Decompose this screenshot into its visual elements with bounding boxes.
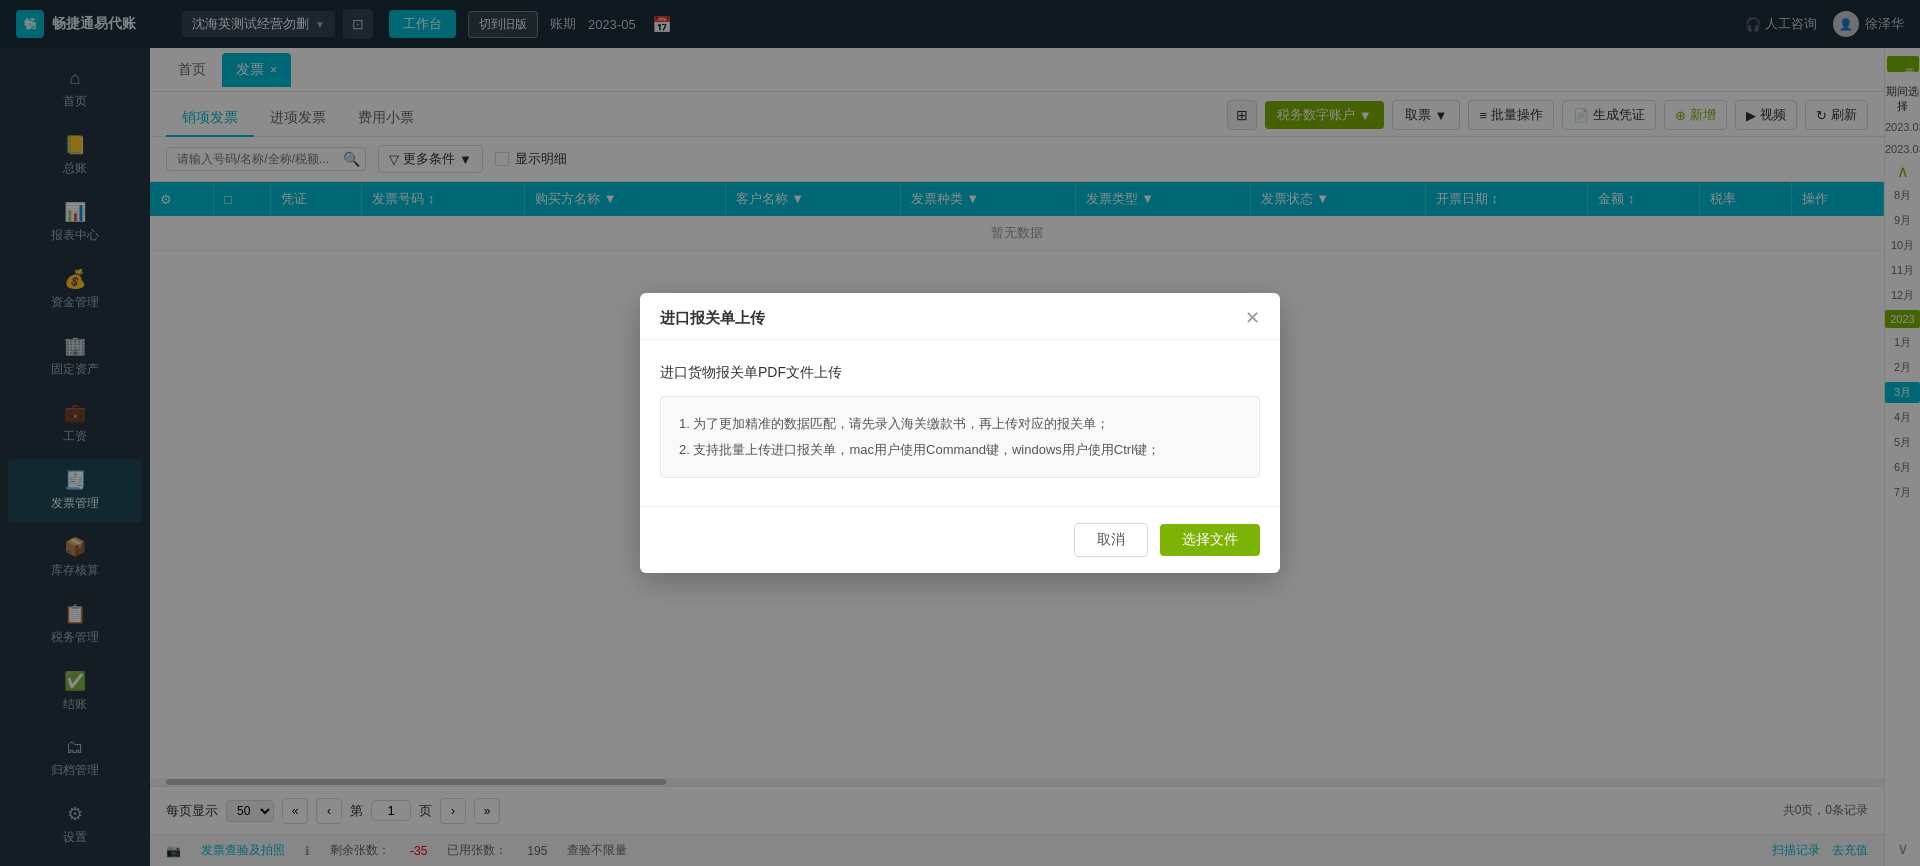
modal-info-item-2: 2. 支持批量上传进口报关单，mac用户使用Command键，windows用户… [679, 437, 1241, 463]
modal-select-file-button[interactable]: 选择文件 [1160, 524, 1260, 556]
modal-close-button[interactable]: ✕ [1245, 307, 1260, 329]
modal-title: 进口报关单上传 [660, 309, 765, 328]
modal-overlay[interactable]: 进口报关单上传 ✕ 进口货物报关单PDF文件上传 1. 为了更加精准的数据匹配，… [0, 0, 1920, 866]
modal-upload-title: 进口货物报关单PDF文件上传 [660, 364, 1260, 382]
modal-footer: 取消 选择文件 [640, 506, 1280, 573]
modal-body: 进口货物报关单PDF文件上传 1. 为了更加精准的数据匹配，请先录入海关缴款书，… [640, 340, 1280, 506]
modal-cancel-button[interactable]: 取消 [1074, 523, 1148, 557]
modal-info-item-1: 1. 为了更加精准的数据匹配，请先录入海关缴款书，再上传对应的报关单； [679, 411, 1241, 437]
modal-info-box: 1. 为了更加精准的数据匹配，请先录入海关缴款书，再上传对应的报关单； 2. 支… [660, 396, 1260, 478]
modal-header: 进口报关单上传 ✕ [640, 293, 1280, 340]
modal-box: 进口报关单上传 ✕ 进口货物报关单PDF文件上传 1. 为了更加精准的数据匹配，… [640, 293, 1280, 573]
